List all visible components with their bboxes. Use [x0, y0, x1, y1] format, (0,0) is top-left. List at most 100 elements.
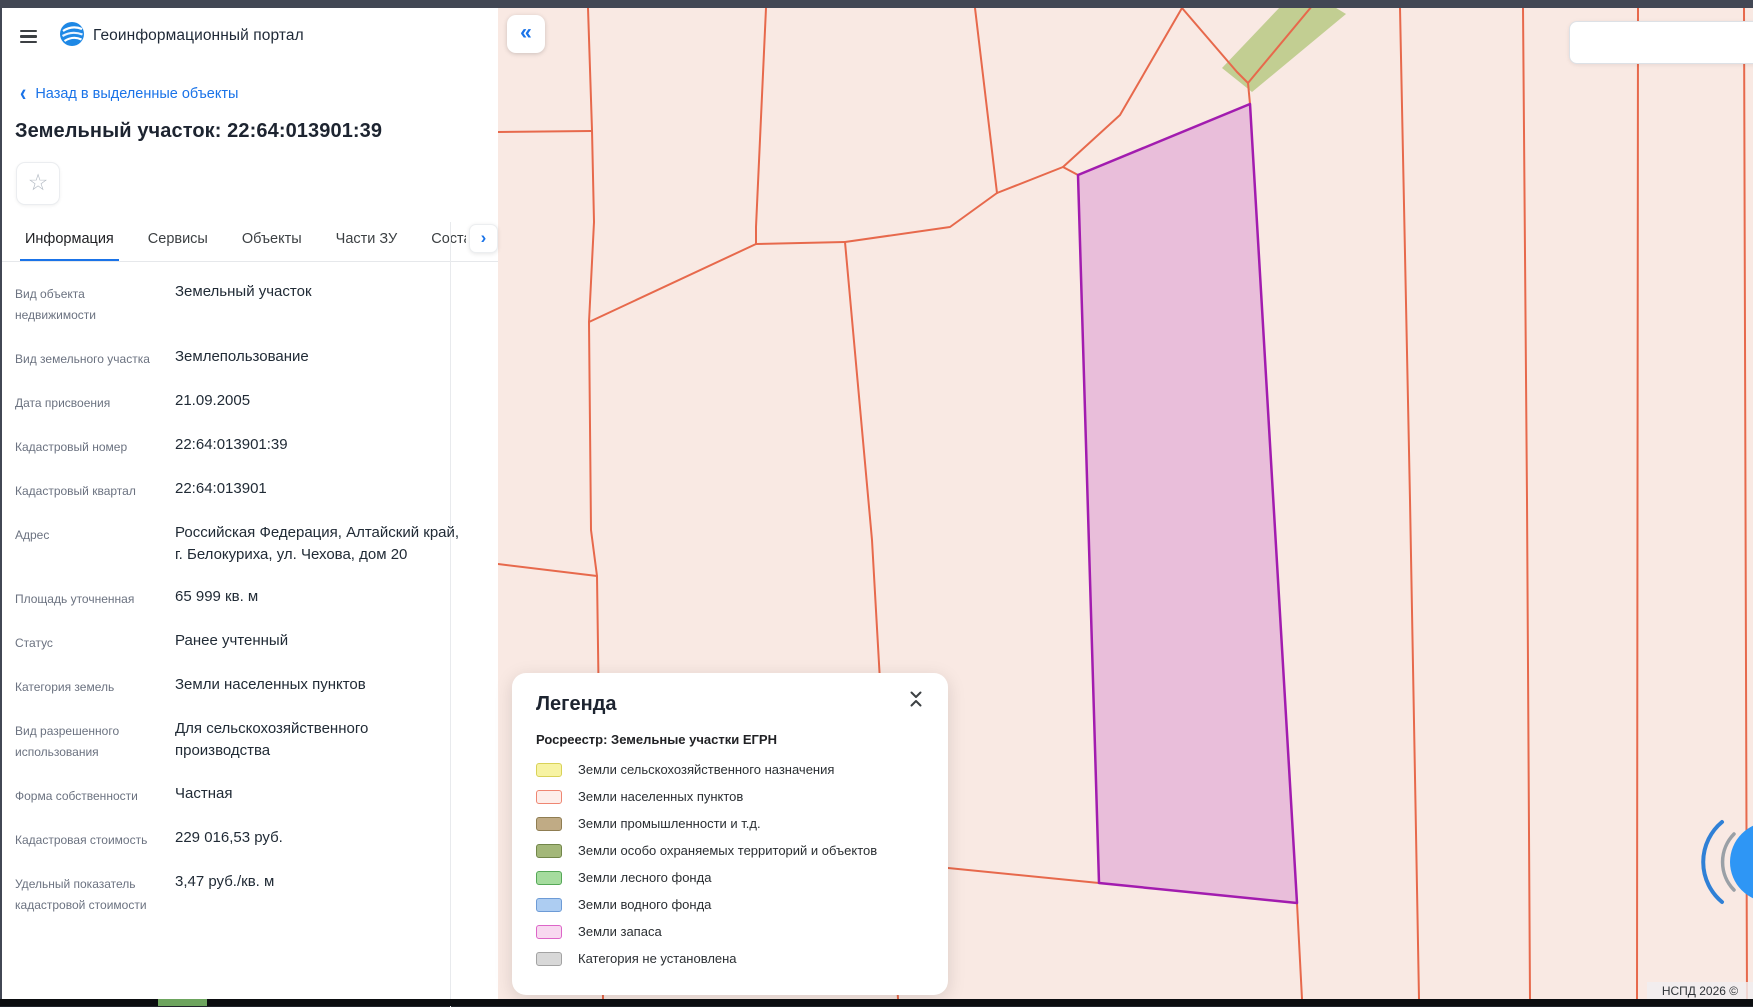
legend-swatch-icon	[536, 816, 562, 831]
field-label: Форма собственности	[15, 789, 138, 803]
legend-item-3: Земли особо охраняемых территорий и объе…	[536, 837, 924, 864]
field-row-10: Форма собственности Частная	[15, 783, 485, 807]
window-top-bar	[0, 0, 1753, 8]
field-row-11: Кадастровая стоимость 229 016,53 руб.	[15, 827, 485, 851]
attribute-list: Вид объекта недвижимости Земельный участо…	[15, 281, 485, 936]
map-attribution: НСПД 2026 ©	[1647, 982, 1753, 1000]
portal-logo-icon	[59, 21, 85, 47]
tab-bar-divider	[0, 261, 498, 262]
back-chevron-icon: ‹	[20, 80, 27, 107]
legend-item-2: Земли промышленности и т.д.	[536, 810, 924, 837]
legend-swatch-icon	[536, 924, 562, 939]
tab-bar: Информация Сервисы Объекты Части ЗУ Состав	[20, 222, 466, 262]
field-label: Кадастровый квартал	[15, 484, 136, 498]
field-label: Вид земельного участка	[15, 352, 150, 366]
legend-item-6: Земли запаса	[536, 918, 924, 945]
window-left-edge	[0, 8, 2, 999]
field-value: 65 999 кв. м	[175, 588, 259, 605]
field-label: Категория земель	[15, 680, 115, 694]
collapse-panel-button[interactable]: «	[507, 15, 545, 53]
legend-item-0: Земли сельскохозяйственного назначения	[536, 756, 924, 783]
collapse-vertical-icon	[910, 691, 922, 707]
field-row-7: Статус Ранее учтенный	[15, 630, 485, 654]
portal-header: Геоинформационный портал	[0, 8, 498, 64]
legend-swatch-icon	[536, 870, 562, 885]
legend-swatch-icon	[536, 789, 562, 804]
field-row-4: Кадастровый квартал 22:64:013901	[15, 478, 485, 502]
field-label: Удельный показатель кадастровой стоимост…	[15, 877, 147, 912]
field-label: Статус	[15, 636, 53, 650]
map-search-box	[1569, 21, 1753, 64]
legend-swatch-icon	[536, 951, 562, 966]
tab-scroll-right-button[interactable]: ›	[469, 224, 498, 253]
field-label: Адрес	[15, 528, 50, 542]
chevron-right-icon: ›	[480, 228, 487, 247]
legend-item-1: Земли населенных пунктов	[536, 783, 924, 810]
legend-group-title: Росреестр: Земельные участки ЕГРН	[536, 732, 777, 747]
taskbar-item[interactable]	[158, 999, 207, 1006]
field-value: Частная	[175, 785, 233, 802]
field-value: 22:64:013901:39	[175, 436, 288, 453]
field-row-12: Удельный показатель кадастровой стоимост…	[15, 871, 485, 916]
legend-item-label: Земли запаса	[578, 924, 662, 939]
field-row-2: Дата присвоения 21.09.2005	[15, 390, 485, 414]
legend-item-4: Земли лесного фонда	[536, 864, 924, 891]
field-value: Земли населенных пунктов	[175, 676, 366, 693]
tab-2[interactable]: Объекты	[237, 222, 307, 262]
field-row-6: Площадь уточненная 65 999 кв. м	[15, 586, 485, 610]
double-chevron-left-icon: «	[520, 21, 532, 44]
legend-collapse-button[interactable]	[908, 689, 926, 709]
field-row-3: Кадастровый номер 22:64:013901:39	[15, 434, 485, 458]
field-label: Вид объекта недвижимости	[15, 287, 96, 322]
search-input[interactable]	[1570, 22, 1753, 63]
taskbar	[0, 999, 1753, 1006]
cadastral-boundary-line-1	[497, 130, 592, 133]
tab-0[interactable]: Информация	[20, 222, 119, 262]
legend-item-label: Земли особо охраняемых территорий и объе…	[578, 843, 878, 858]
field-row-8: Категория земель Земли населенных пунктов	[15, 674, 485, 698]
legend-swatch-icon	[536, 762, 562, 777]
legend-items: Земли сельскохозяйственного назначения Зе…	[536, 756, 924, 972]
legend-title: Легенда	[536, 693, 617, 715]
legend-item-7: Категория не установлена	[536, 945, 924, 972]
tab-1[interactable]: Сервисы	[143, 222, 213, 262]
field-row-1: Вид земельного участка Землепользование	[15, 346, 485, 370]
tab-3[interactable]: Части ЗУ	[331, 222, 403, 262]
legend-item-label: Земли населенных пунктов	[578, 789, 744, 804]
legend-item-label: Земли промышленности и т.д.	[578, 816, 761, 831]
back-link[interactable]: ‹ Назад в выделенные объекты	[20, 80, 238, 107]
page-title: Земельный участок: 22:64:013901:39	[15, 120, 383, 142]
field-value: Землепользование	[175, 348, 309, 365]
legend-swatch-icon	[536, 843, 562, 858]
cadastral-boundary-line-14	[1636, 8, 1639, 999]
field-row-5: Адрес Российская Федерация, Алтайский кра…	[15, 522, 485, 566]
field-value: 21.09.2005	[175, 392, 251, 409]
legend-panel: Легенда Росреестр: Земельные участки ЕГР…	[512, 673, 948, 995]
field-value: Ранее учтенный	[175, 632, 289, 649]
legend-swatch-icon	[536, 897, 562, 912]
field-label: Площадь уточненная	[15, 592, 135, 606]
object-info-panel: Геоинформационный портал ‹ Назад в выдел…	[0, 8, 498, 1007]
field-value: Российская Федерация, Алтайский край, г.…	[175, 524, 460, 563]
field-label: Кадастровый номер	[15, 440, 128, 454]
tab-4[interactable]: Состав	[426, 222, 466, 262]
star-icon: ☆	[27, 169, 49, 195]
field-value: Для сельскохозяйственного производства	[175, 720, 369, 759]
field-label: Вид разрешенного использования	[15, 724, 120, 759]
field-label: Дата присвоения	[15, 396, 111, 410]
field-row-9: Вид разрешенного использования Для сельск…	[15, 718, 485, 763]
field-value: 229 016,53 руб.	[175, 829, 283, 846]
field-row-0: Вид объекта недвижимости Земельный участо…	[15, 281, 485, 326]
legend-item-label: Земли лесного фонда	[578, 870, 712, 885]
favorite-button[interactable]: ☆	[16, 162, 60, 205]
field-value: 3,47 руб./кв. м	[175, 873, 275, 890]
app-title: Геоинформационный портал	[93, 27, 304, 44]
legend-item-5: Земли водного фонда	[536, 891, 924, 918]
field-value: Земельный участок	[175, 283, 312, 300]
legend-item-label: Категория не установлена	[578, 951, 737, 966]
menu-icon[interactable]	[18, 25, 46, 51]
field-label: Кадастровая стоимость	[15, 833, 148, 847]
legend-item-label: Земли водного фонда	[578, 897, 712, 912]
legend-item-label: Земли сельскохозяйственного назначения	[578, 762, 835, 777]
field-value: 22:64:013901	[175, 480, 267, 497]
